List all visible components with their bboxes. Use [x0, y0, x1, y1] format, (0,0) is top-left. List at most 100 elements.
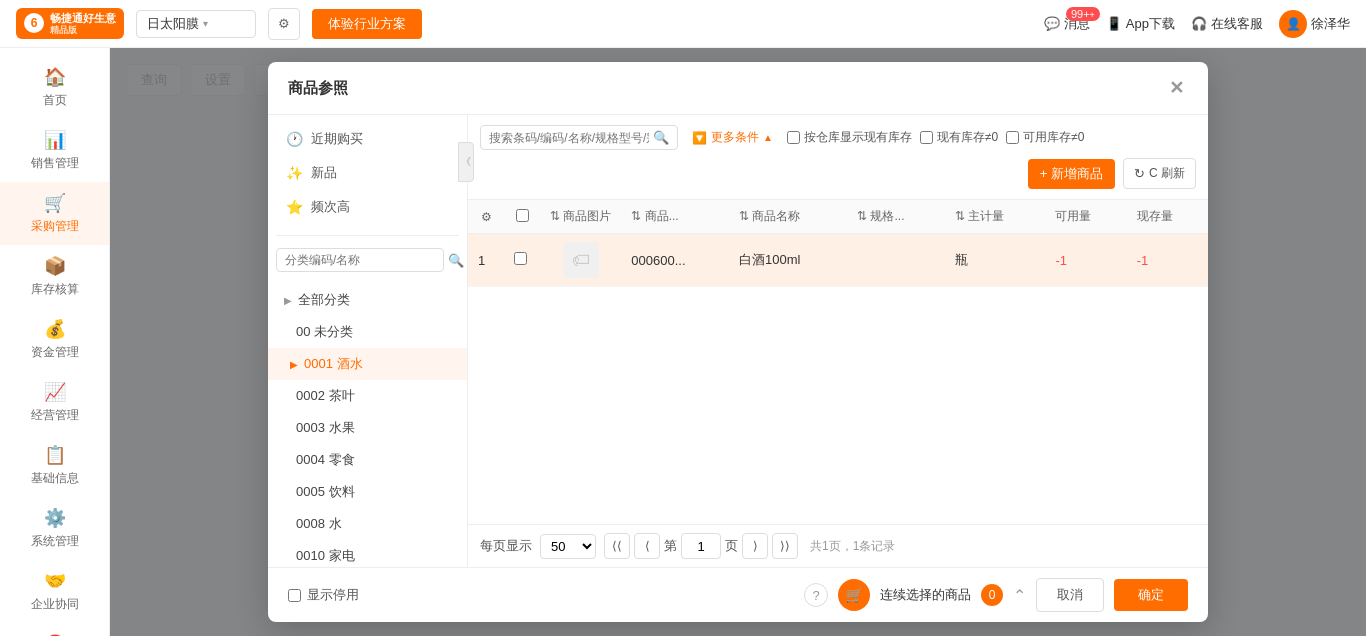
ops-icon: 📈 — [44, 381, 66, 403]
settings-icon[interactable]: ⚙ — [268, 8, 300, 40]
sidebar-item-guide[interactable]: 🎯 新手引导 — [0, 623, 109, 636]
row-code: 000600... — [621, 234, 729, 287]
category-appliance[interactable]: 0010 家电 — [268, 540, 467, 567]
experience-button[interactable]: 体验行业方案 — [312, 9, 422, 39]
messages-badge: 99++ — [1066, 7, 1100, 21]
col-image: ⇅ 商品图片 — [540, 200, 621, 234]
sidebar-item-finance[interactable]: 💰 资金管理 — [0, 308, 109, 371]
per-page-label: 每页显示 — [480, 537, 532, 555]
selected-count-badge: 0 — [981, 584, 1003, 606]
consecutive-label: 连续选择的商品 — [880, 586, 971, 604]
warehouse-stock-checkbox[interactable]: 按仓库显示现有库存 — [787, 129, 912, 146]
sidebar-item-purchase[interactable]: 🛒 采购管理 — [0, 182, 109, 245]
sidebar-label-system: 系统管理 — [31, 533, 79, 550]
col-spec-sort: ⇅ — [857, 209, 867, 223]
nonzero-stock-check[interactable] — [920, 131, 933, 144]
prev-page-button[interactable]: ⟨ — [634, 533, 660, 559]
help-icon[interactable]: ? — [804, 583, 828, 607]
show-disabled-check[interactable] — [288, 589, 301, 602]
cart-icon[interactable]: 🛒 — [838, 579, 870, 611]
sidebar-label-purchase: 采购管理 — [31, 218, 79, 235]
category-water[interactable]: 0008 水 — [268, 508, 467, 540]
col-unit-sort: ⇅ — [955, 209, 965, 223]
logo-text1: 畅捷通好生意 — [50, 12, 116, 25]
product-search-bar: 🔍 — [480, 125, 678, 150]
row-name: 白酒100ml — [729, 234, 847, 287]
collapse-panel-button[interactable]: 《 — [458, 142, 474, 182]
product-table-wrap: ⚙ ⇅ 商品图片 — [468, 200, 1208, 524]
table-row[interactable]: 1 🏷 000600... — [468, 234, 1208, 287]
online-service-nav-item[interactable]: 🎧 在线客服 — [1191, 15, 1263, 33]
available-nonzero-check[interactable] — [1006, 131, 1019, 144]
app-download-nav-item[interactable]: 📱 App下载 — [1106, 15, 1175, 33]
modal-close-button[interactable]: ✕ — [1164, 76, 1188, 100]
page-nav: ⟨⟨ ⟨ 第 页 ⟩ ⟩⟩ 共1页，1条记录 — [604, 533, 895, 559]
page-total-text: 共1页，1条记录 — [810, 538, 895, 555]
select-all-checkbox[interactable] — [516, 209, 529, 222]
right-panel: 🔍 🔽 更多条件 ▲ 按仓库显示现有库存 — [468, 115, 1208, 567]
new-product-tab[interactable]: ✨ 新品 — [276, 157, 459, 189]
row-check[interactable] — [504, 234, 540, 287]
collapse-footer-icon[interactable]: ⌃ — [1013, 586, 1026, 605]
last-page-button[interactable]: ⟩⟩ — [772, 533, 798, 559]
category-all-label: 全部分类 — [298, 291, 350, 309]
sales-icon: 📊 — [44, 129, 66, 151]
sidebar-label-ops: 经营管理 — [31, 407, 79, 424]
category-tea[interactable]: 0002 茶叶 — [268, 380, 467, 412]
nonzero-stock-checkbox[interactable]: 现有库存≠0 — [920, 129, 998, 146]
search-magnifier-icon[interactable]: 🔍 — [653, 130, 669, 145]
recent-purchase-tab[interactable]: 🕐 近期购买 — [276, 123, 459, 155]
category-snack[interactable]: 0004 零食 — [268, 444, 467, 476]
add-product-button[interactable]: + 新增商品 — [1028, 159, 1115, 189]
username-label: 徐泽华 — [1311, 15, 1350, 33]
search-toolbar: 🔍 🔽 更多条件 ▲ 按仓库显示现有库存 — [468, 115, 1208, 200]
warehouse-stock-check[interactable] — [787, 131, 800, 144]
more-filter-button[interactable]: 🔽 更多条件 ▲ — [686, 125, 779, 150]
category-liquor[interactable]: ▶ 0001 酒水 — [268, 348, 467, 380]
sidebar-label-sales: 销售管理 — [31, 155, 79, 172]
sidebar-item-inventory[interactable]: 📦 库存核算 — [0, 245, 109, 308]
category-drink[interactable]: 0005 饮料 — [268, 476, 467, 508]
product-search-input[interactable] — [489, 131, 649, 145]
unclassified-label: 00 未分类 — [296, 323, 353, 341]
confirm-button[interactable]: 确定 — [1114, 579, 1188, 611]
col-spec: ⇅ 规格... — [847, 200, 945, 234]
per-page-select[interactable]: 50 100 — [540, 534, 596, 559]
cancel-button[interactable]: 取消 — [1036, 578, 1104, 612]
sidebar-item-system[interactable]: ⚙️ 系统管理 — [0, 497, 109, 560]
sidebar-item-sales[interactable]: 📊 销售管理 — [0, 119, 109, 182]
sidebar-item-collab[interactable]: 🤝 企业协同 — [0, 560, 109, 623]
col-name: ⇅ 商品名称 — [729, 200, 847, 234]
refresh-button[interactable]: ↻ C 刷新 — [1123, 158, 1196, 189]
row-num: 1 — [468, 234, 504, 287]
category-fruit[interactable]: 0003 水果 — [268, 412, 467, 444]
drink-label: 0005 饮料 — [296, 483, 355, 501]
messages-nav-item[interactable]: 💬 消息 99++ — [1044, 15, 1090, 33]
sidebar-item-basic[interactable]: 📋 基础信息 — [0, 434, 109, 497]
col-gear[interactable]: ⚙ — [468, 200, 504, 234]
sidebar-item-home[interactable]: 🏠 首页 — [0, 56, 109, 119]
liquor-label: 0001 酒水 — [304, 355, 363, 373]
appliance-label: 0010 家电 — [296, 547, 355, 565]
user-profile[interactable]: 👤 徐泽华 — [1279, 10, 1350, 38]
col-code: ⇅ 商品... — [621, 200, 729, 234]
logo-text2: 精品版 — [50, 25, 116, 36]
logo: 6 畅捷通好生意 精品版 — [16, 8, 124, 40]
category-all[interactable]: ▶ 全部分类 — [268, 284, 467, 316]
first-page-button[interactable]: ⟨⟨ — [604, 533, 630, 559]
next-page-button[interactable]: ⟩ — [742, 533, 768, 559]
frequent-tab[interactable]: ⭐ 频次高 — [276, 191, 459, 223]
sidebar-label-inventory: 库存核算 — [31, 281, 79, 298]
row-checkbox[interactable] — [514, 252, 527, 265]
modal-title: 商品参照 — [288, 79, 348, 98]
category-unclassified[interactable]: 00 未分类 — [268, 316, 467, 348]
col-unit: ⇅ 主计量 — [945, 200, 1046, 234]
company-selector[interactable]: 日太阳膜 ▾ — [136, 10, 256, 38]
category-search-input[interactable] — [276, 248, 444, 272]
page-number-input[interactable] — [681, 533, 721, 559]
show-disabled-checkbox[interactable]: 显示停用 — [288, 586, 359, 604]
star-icon: ⭐ — [286, 199, 303, 215]
available-nonzero-checkbox[interactable]: 可用库存≠0 — [1006, 129, 1084, 146]
category-search-icon[interactable]: 🔍 — [448, 253, 464, 268]
sidebar-item-ops[interactable]: 📈 经营管理 — [0, 371, 109, 434]
